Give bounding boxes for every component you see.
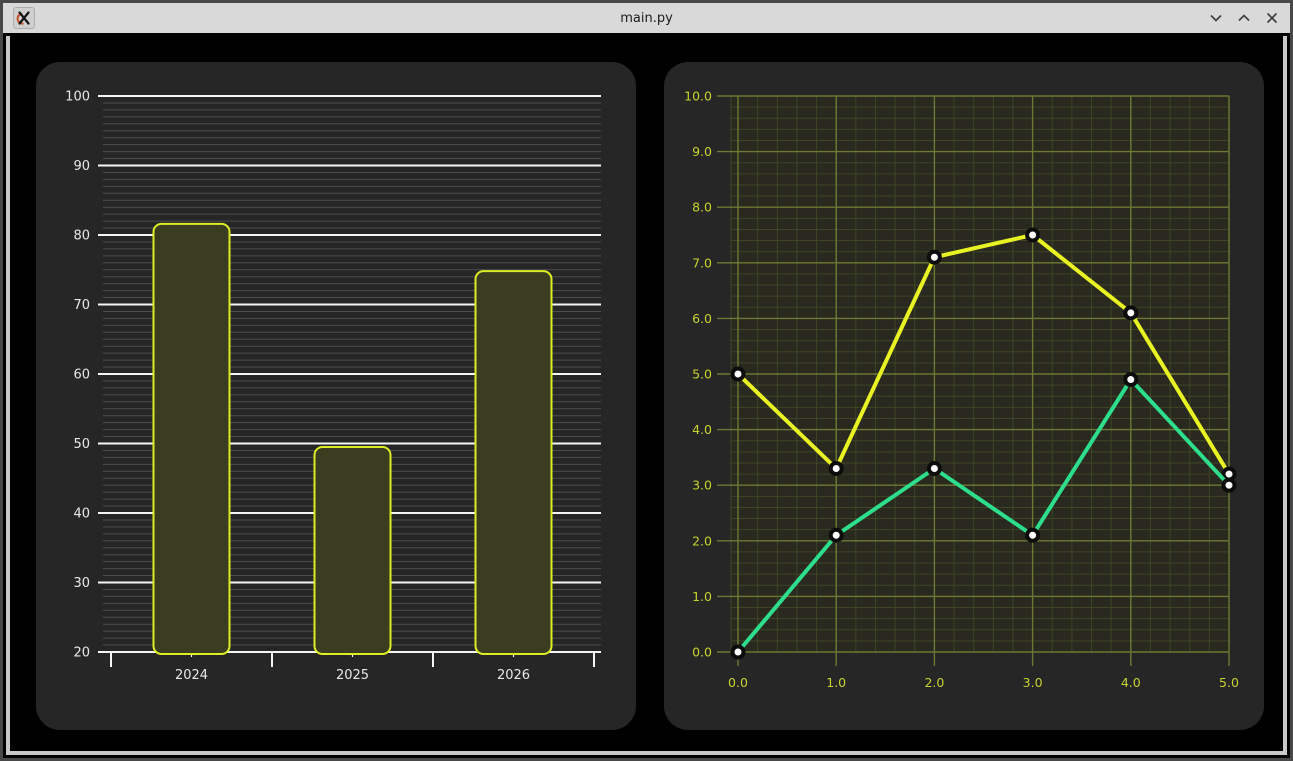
green-series-marker <box>828 527 844 543</box>
svg-text:70: 70 <box>73 298 90 313</box>
svg-text:1.0: 1.0 <box>692 589 712 604</box>
svg-text:80: 80 <box>73 229 90 244</box>
minimize-button[interactable] <box>1208 10 1224 26</box>
green-series-marker <box>1123 372 1139 388</box>
maximize-button[interactable] <box>1236 10 1252 26</box>
app-window: main.py 20 30 40 50 60 70 80 90 100 2024 2025 2026 <box>0 0 1293 761</box>
svg-text:60: 60 <box>73 368 90 383</box>
svg-text:30: 30 <box>73 576 90 591</box>
window-controls <box>1208 10 1280 26</box>
yellow-series-marker <box>926 249 942 265</box>
svg-text:2026: 2026 <box>497 668 530 683</box>
svg-text:10.0: 10.0 <box>684 89 712 104</box>
bar-chart-panel: 20 30 40 50 60 70 80 90 100 2024 2025 2026 <box>36 62 636 730</box>
svg-text:4.0: 4.0 <box>692 422 712 437</box>
svg-text:2.0: 2.0 <box>924 675 944 690</box>
svg-text:3.0: 3.0 <box>1023 675 1043 690</box>
svg-text:5.0: 5.0 <box>1219 675 1239 690</box>
svg-text:7.0: 7.0 <box>692 255 712 270</box>
chevron-down-icon <box>1210 14 1222 22</box>
svg-text:9.0: 9.0 <box>692 144 712 159</box>
close-button[interactable] <box>1264 10 1280 26</box>
close-icon <box>1266 12 1278 24</box>
svg-text:50: 50 <box>73 437 90 452</box>
green-series-marker <box>926 461 942 477</box>
yellow-series-marker <box>1025 227 1041 243</box>
bar-chart: 20 30 40 50 60 70 80 90 100 2024 2025 2026 <box>65 90 601 683</box>
line-chart-panel: 0.0 1.0 2.0 3.0 4.0 5.0 6.0 7.0 8.0 9.0 10.0 0.0 1.0… <box>664 62 1264 730</box>
svg-text:4.0: 4.0 <box>1121 675 1141 690</box>
yellow-series-marker <box>1123 305 1139 321</box>
svg-text:2.0: 2.0 <box>692 533 712 548</box>
titlebar[interactable]: main.py <box>3 3 1290 33</box>
yellow-series-marker <box>828 461 844 477</box>
svg-text:100: 100 <box>65 90 90 105</box>
svg-text:3.0: 3.0 <box>692 478 712 493</box>
svg-text:5.0: 5.0 <box>692 367 712 382</box>
svg-text:2025: 2025 <box>336 668 369 683</box>
bar-2026 <box>474 270 553 655</box>
svg-text:40: 40 <box>73 507 90 522</box>
app-icon-button[interactable] <box>13 7 35 29</box>
green-series-marker <box>1025 527 1041 543</box>
svg-text:0.0: 0.0 <box>692 645 712 660</box>
bar-2025 <box>313 445 392 655</box>
bar-x-axis: 2024 2025 2026 <box>110 652 595 683</box>
window-content: 20 30 40 50 60 70 80 90 100 2024 2025 2026 0.0 1.0 2.… <box>6 36 1287 755</box>
svg-text:8.0: 8.0 <box>692 200 712 215</box>
svg-text:1.0: 1.0 <box>826 675 846 690</box>
chevron-up-icon <box>1238 14 1250 22</box>
x11-logo-icon <box>16 11 30 25</box>
green-series-marker <box>730 644 746 660</box>
svg-text:0.0: 0.0 <box>728 675 748 690</box>
svg-text:2024: 2024 <box>175 668 208 683</box>
bar-2024 <box>152 222 231 655</box>
svg-text:20: 20 <box>73 646 90 661</box>
line-chart: 0.0 1.0 2.0 3.0 4.0 5.0 6.0 7.0 8.0 9.0 10.0 0.0 1.0… <box>684 89 1239 691</box>
svg-text:6.0: 6.0 <box>692 311 712 326</box>
yellow-series-marker <box>730 366 746 382</box>
svg-text:90: 90 <box>73 159 90 174</box>
window-title: main.py <box>620 10 673 26</box>
green-series-marker <box>1221 477 1237 493</box>
